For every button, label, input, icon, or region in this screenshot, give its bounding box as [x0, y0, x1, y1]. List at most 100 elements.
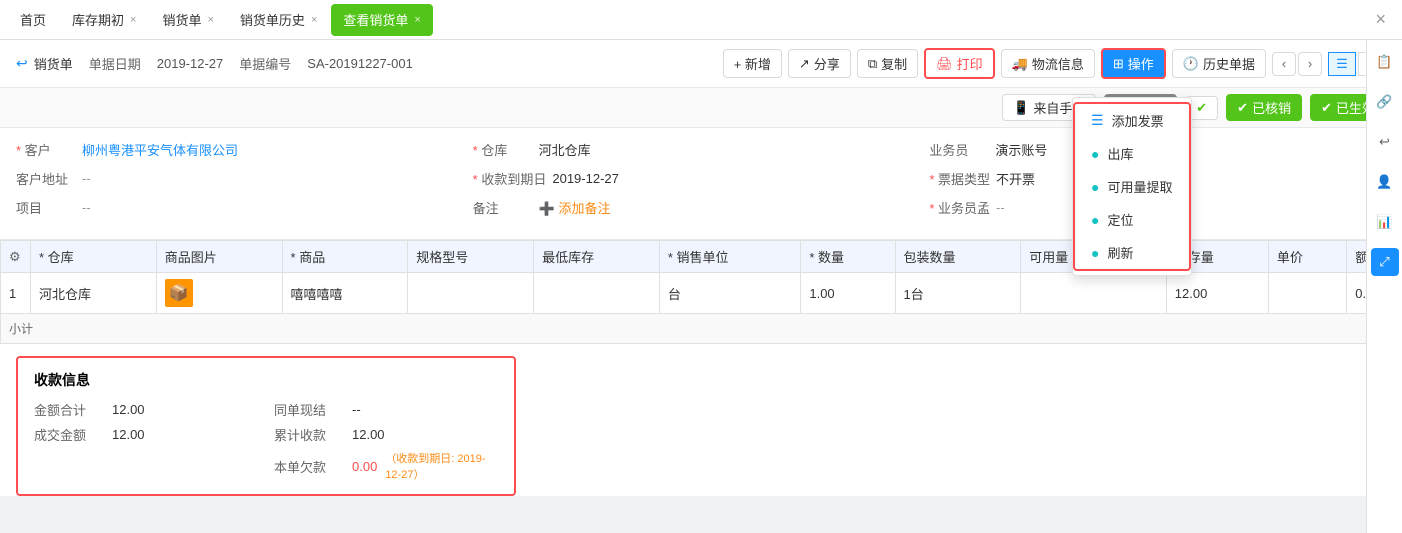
tab-inventory-init[interactable]: 库存期初 ×: [60, 4, 148, 36]
sidebar-expand-icon[interactable]: ⤢: [1371, 248, 1399, 276]
share-icon: ↗: [799, 56, 810, 72]
prev-arrow[interactable]: ‹: [1272, 52, 1296, 76]
same-order-item: 同单现结 --: [274, 400, 498, 419]
col-unit-price: 单价: [1268, 241, 1346, 273]
col-quantity-label: * 数量: [809, 250, 844, 265]
outbound-item[interactable]: ● 出库: [1075, 137, 1189, 170]
available-extract-item[interactable]: ● 可用量提取: [1075, 170, 1189, 203]
total-amount-item: 金额合计 12.00: [34, 400, 258, 419]
right-sidebar: 📋 🔗 ↩ 👤 📊 ⤢: [1366, 40, 1402, 533]
check-icon: ✔: [1237, 100, 1248, 116]
history-button[interactable]: 🕐 历史单据: [1172, 49, 1266, 78]
sidebar-link-icon[interactable]: 🔗: [1371, 88, 1399, 116]
cumulative-value: 12.00: [352, 427, 385, 442]
locate-icon: ●: [1091, 212, 1099, 228]
tab-view-sales[interactable]: 查看销货单 ×: [331, 4, 432, 36]
warehouse-label: 仓库: [473, 140, 533, 159]
transaction-label: 成交金额: [34, 425, 104, 444]
due-note: （收款到期日: 2019-12-27）: [385, 450, 498, 482]
add-invoice-label: 添加发票: [1112, 111, 1164, 130]
row-unit-price: [1268, 273, 1346, 314]
tab-view-sales-label: 查看销货单: [343, 10, 408, 29]
operations-button[interactable]: ⊞ 操作: [1101, 48, 1166, 79]
tab-home-label: 首页: [20, 10, 46, 29]
project-value: --: [82, 200, 91, 215]
col-warehouse: * 仓库: [31, 241, 157, 273]
copy-button[interactable]: ⧉ 复制: [857, 49, 918, 78]
tab-sales-history[interactable]: 销货单历史 ×: [228, 4, 329, 36]
product-img-icon: 📦: [169, 283, 189, 303]
copy-icon: ⧉: [868, 56, 877, 72]
tab-sales-order[interactable]: 销货单 ×: [150, 4, 225, 36]
refresh-icon: ●: [1091, 245, 1099, 261]
cumulative-item: 累计收款 12.00: [274, 425, 498, 444]
tab-inventory-init-close[interactable]: ×: [130, 14, 136, 26]
operations-dropdown: ☰ 添加发票 ● 出库 ● 可用量提取 ● 定位 ● 刷新: [1072, 97, 1192, 276]
col-quantity: * 数量: [801, 241, 895, 273]
add-invoice-item[interactable]: ☰ 添加发票: [1075, 104, 1189, 137]
locate-item[interactable]: ● 定位: [1075, 203, 1189, 236]
col-unit-label: * 销售单位: [668, 250, 729, 265]
due-date-label: 收款到期日: [473, 169, 547, 188]
refresh-label: 刷新: [1107, 243, 1133, 262]
transaction-item: 成交金额 12.00: [34, 425, 258, 444]
list-view-btn[interactable]: ☰: [1328, 52, 1356, 76]
sidebar-return-icon[interactable]: ↩: [1371, 128, 1399, 156]
sidebar-docs-icon[interactable]: 📋: [1371, 48, 1399, 76]
doc-header: ↩ 销货单 单据日期 2019-12-27 单据编号 SA-20191227-0…: [0, 40, 1402, 88]
remark-label: 备注: [473, 198, 533, 217]
logistics-icon: 🚚: [1012, 56, 1028, 72]
col-warehouse-label: * 仓库: [39, 250, 74, 265]
col-product: * 商品: [282, 241, 408, 273]
sold-button[interactable]: ✔ 已核销: [1226, 94, 1302, 121]
tab-home[interactable]: 首页: [8, 4, 58, 36]
tab-sales-history-label: 销货单历史: [240, 10, 305, 29]
doc-meta: 单据日期 2019-12-27 单据编号 SA-20191227-001: [89, 54, 413, 73]
logistics-button[interactable]: 🚚 物流信息: [1001, 49, 1095, 78]
confirmed-icon: ✔: [1196, 100, 1207, 116]
due-date-group: 收款到期日 2019-12-27: [473, 169, 930, 188]
locate-label: 定位: [1107, 210, 1133, 229]
col-spec: 规格型号: [408, 241, 534, 273]
tab-sales-order-close[interactable]: ×: [207, 14, 213, 26]
col-min-stock-label: 最低库存: [542, 250, 594, 265]
history-icon: 🕐: [1183, 56, 1199, 72]
available-extract-label: 可用量提取: [1107, 177, 1172, 196]
sidebar-chart-icon[interactable]: 📊: [1371, 208, 1399, 236]
new-button-label: + 新增: [734, 54, 771, 73]
tab-inventory-init-label: 库存期初: [72, 10, 124, 29]
add-icon: ➕: [539, 201, 555, 216]
settings-icon[interactable]: ⚙: [9, 249, 21, 264]
tab-sales-order-label: 销货单: [162, 10, 201, 29]
row-unit: 台: [659, 273, 801, 314]
new-button[interactable]: + 新增: [723, 49, 782, 78]
col-product-label: * 商品: [291, 250, 326, 265]
row-pack-qty: 1台: [895, 273, 1021, 314]
share-button[interactable]: ↗ 分享: [788, 49, 851, 78]
due-value: 0.00: [352, 459, 377, 474]
invoice-icon: ☰: [1091, 112, 1104, 129]
total-amount-value: 12.00: [112, 402, 145, 417]
window-close-button[interactable]: ×: [1367, 9, 1394, 30]
sidebar-user-icon[interactable]: 👤: [1371, 168, 1399, 196]
customer-label: 客户: [16, 140, 76, 159]
refresh-item[interactable]: ● 刷新: [1075, 236, 1189, 269]
col-settings: ⚙: [1, 241, 31, 273]
customer-group: 客户 柳州粤港平安气体有限公司: [16, 140, 473, 159]
payment-grid: 金额合计 12.00 同单现结 -- 成交金额 12.00 累计收款 12.00…: [34, 400, 498, 482]
ticket-type-value: 不开票: [996, 169, 1035, 188]
tab-view-sales-close[interactable]: ×: [414, 14, 420, 26]
tab-sales-history-close[interactable]: ×: [311, 14, 317, 26]
row-warehouse: 河北仓库: [31, 273, 157, 314]
doc-title-icon: ↩: [16, 55, 28, 72]
print-button[interactable]: 🖨 打印: [924, 48, 995, 79]
customer-value[interactable]: 柳州粤港平安气体有限公司: [82, 140, 238, 159]
col-img-label: 商品图片: [165, 250, 217, 265]
col-spec-label: 规格型号: [416, 250, 468, 265]
add-remark-btn[interactable]: ➕ 添加备注: [539, 198, 611, 217]
operations-icon: ⊞: [1113, 56, 1124, 72]
ticket-type-label: 票据类型: [929, 169, 990, 188]
next-arrow[interactable]: ›: [1298, 52, 1322, 76]
sales-value: --: [996, 200, 1005, 215]
col-pack-qty-label: 包装数量: [904, 250, 956, 265]
